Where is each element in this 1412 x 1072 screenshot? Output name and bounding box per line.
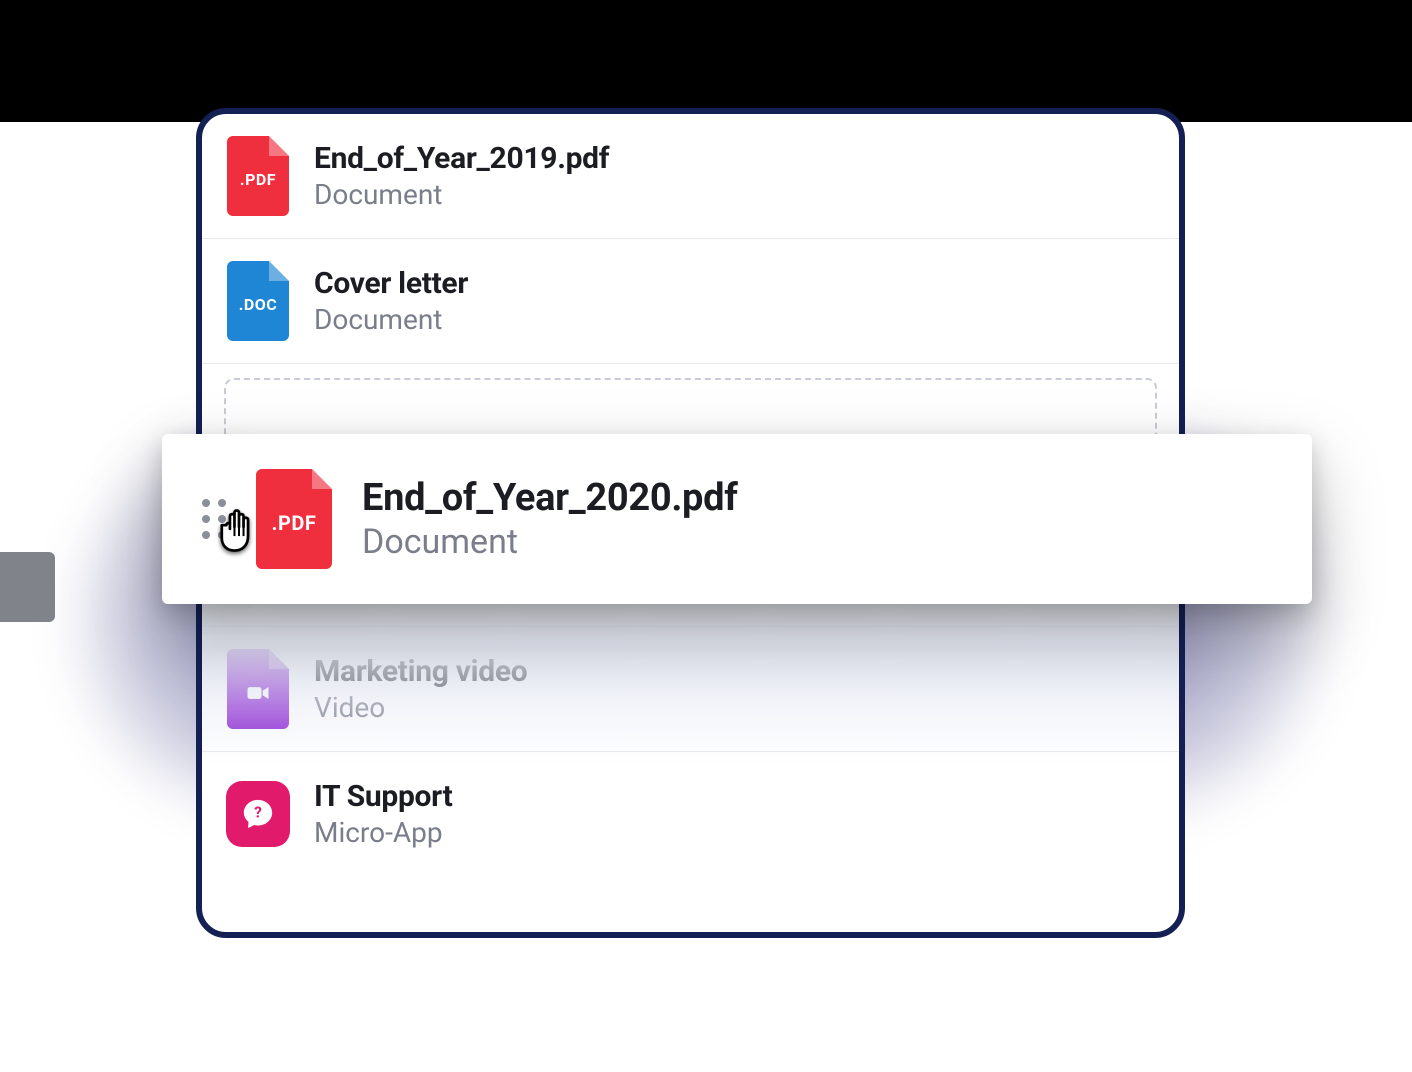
item-meta: Cover letter Document [314,266,468,336]
pdf-file-icon: .PDF [227,136,289,216]
list-item[interactable]: ? IT Support Micro-App [202,752,1179,876]
item-subtitle: Document [314,178,609,211]
item-subtitle: Document [314,303,468,336]
svg-text:?: ? [254,804,262,822]
video-file-icon [227,649,289,729]
file-thumb: .PDF [226,134,290,218]
file-thumb: .DOC [226,259,290,343]
micro-app-icon: ? [226,781,290,847]
item-subtitle: Micro-App [314,816,452,849]
file-ext-label: .PDF [227,170,289,189]
item-meta: IT Support Micro-App [314,779,452,849]
list-item[interactable]: Marketing video Video [202,627,1179,752]
item-meta: End_of_Year_2020.pdf Document [362,476,738,562]
stage: .PDF End_of_Year_2019.pdf Document .DOC [0,0,1412,1072]
item-title: Cover letter [314,266,468,301]
question-bubble-icon: ? [241,797,275,831]
file-thumb [226,647,290,731]
file-thumb: ? [226,772,290,856]
item-title: End_of_Year_2020.pdf [362,476,738,520]
item-meta: Marketing video Video [314,654,527,724]
doc-file-icon: .DOC [227,261,289,341]
video-glyph-icon [227,679,289,714]
item-title: Marketing video [314,654,527,689]
file-ext-label: .DOC [227,295,289,314]
item-title: End_of_Year_2019.pdf [314,141,609,176]
list-item[interactable]: .PDF End_of_Year_2019.pdf Document [202,114,1179,239]
item-subtitle: Video [314,691,527,724]
top-black-bar [0,0,1412,122]
dragged-item-card[interactable]: .PDF End_of_Year_2020.pdf Document [162,434,1312,604]
item-meta: End_of_Year_2019.pdf Document [314,141,609,211]
item-subtitle: Document [362,522,738,562]
item-title: IT Support [314,779,452,814]
left-grey-tab [0,552,55,622]
list-item[interactable]: .DOC Cover letter Document [202,239,1179,364]
grab-cursor-icon [210,498,268,556]
